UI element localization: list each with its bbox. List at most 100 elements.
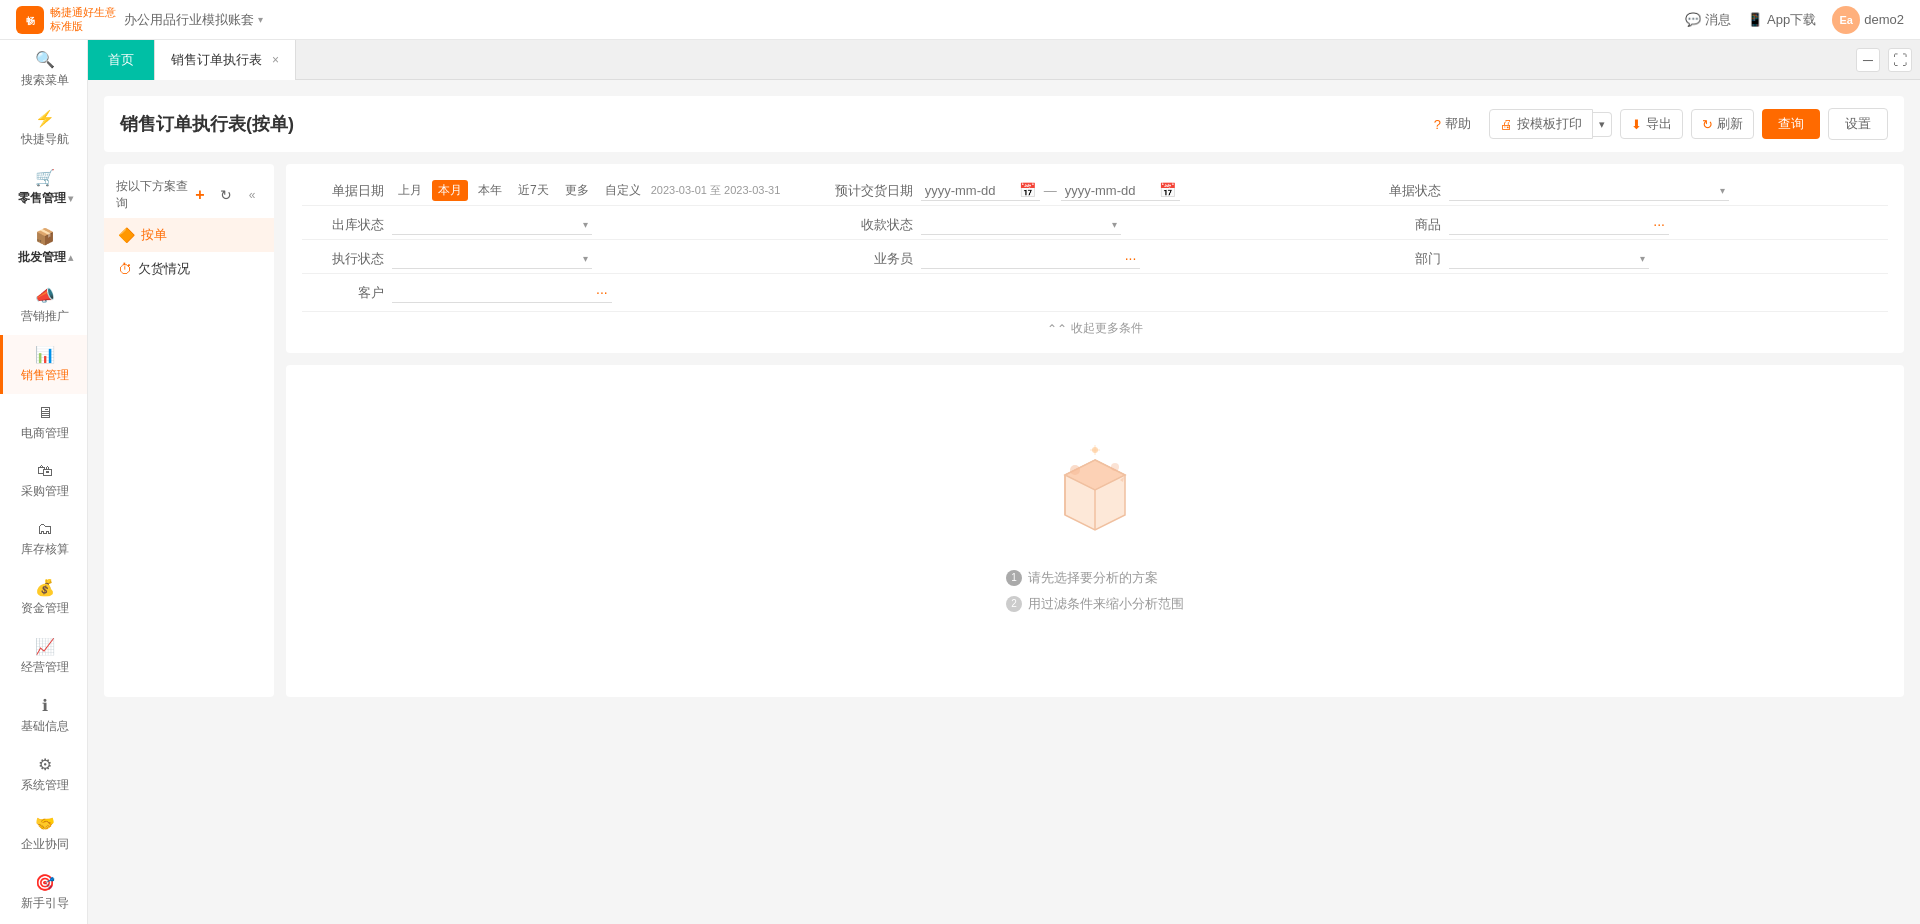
empty-dot-1: 1 bbox=[1006, 570, 1022, 586]
print-dropdown-icon: ▾ bbox=[1599, 118, 1605, 130]
status-dropdown-icon[interactable]: ▾ bbox=[1720, 185, 1725, 196]
sidebar-item-enterprise-collab[interactable]: 🤝 企业协同 bbox=[0, 804, 87, 863]
date-btn-this-year[interactable]: 本年 bbox=[472, 180, 508, 201]
empty-text-container: 1 请先选择要分析的方案 2 用过滤条件来缩小分析范围 bbox=[1006, 565, 1184, 617]
print-button-wrap: 🖨 按模板打印 ▾ bbox=[1489, 109, 1612, 139]
help-button[interactable]: ? 帮助 bbox=[1424, 110, 1481, 138]
search-icon: 🔍 bbox=[35, 50, 55, 69]
left-panel-item-credit[interactable]: ⏱ 欠货情况 bbox=[104, 252, 274, 286]
sidebar-item-ecommerce[interactable]: 🖥 电商管理 bbox=[0, 394, 87, 452]
expected-date-start-icon[interactable]: 📅 bbox=[1019, 182, 1036, 198]
sidebar-item-operations[interactable]: 📈 经营管理 bbox=[0, 627, 87, 686]
sidebar-item-marketing[interactable]: 📣 营销推广 bbox=[0, 276, 87, 335]
payment-input[interactable] bbox=[925, 217, 1112, 232]
empty-dot-2: 2 bbox=[1006, 596, 1022, 612]
date-btn-last7[interactable]: 近7天 bbox=[512, 180, 555, 201]
execute-input[interactable] bbox=[396, 251, 583, 266]
sidebar-item-purchase[interactable]: 🛍 采购管理 bbox=[0, 452, 87, 510]
wholesale-icon: 📦 bbox=[35, 227, 55, 246]
sidebar-item-search-menu[interactable]: 🔍 搜索菜单 bbox=[0, 40, 87, 99]
filter-grid-row3: 执行状态 ▾ 业务员 ··· bbox=[302, 248, 1888, 269]
customer-more-icon[interactable]: ··· bbox=[596, 284, 608, 300]
left-panel: 按以下方案查询 + ↻ « 🔶 按单 ⏱ 欠货情况 bbox=[104, 164, 274, 697]
sidebar-item-new-guide[interactable]: 🎯 新手引导 bbox=[0, 863, 87, 922]
salesperson-input[interactable] bbox=[925, 251, 1125, 266]
collapse-up-icon: ⌃⌃ bbox=[1047, 322, 1067, 336]
sidebar-item-inventory[interactable]: 🗂 库存核算 bbox=[0, 510, 87, 568]
salesperson-more-icon[interactable]: ··· bbox=[1125, 250, 1137, 266]
refresh-button[interactable]: ↻ 刷新 bbox=[1691, 109, 1754, 139]
filter-cell-payment: 收款状态 ▾ bbox=[831, 214, 1360, 235]
tab-minimize-button[interactable]: ─ bbox=[1856, 48, 1880, 72]
sidebar-item-sales-mgmt[interactable]: 📊 销售管理 bbox=[0, 335, 87, 394]
execute-label: 执行状态 bbox=[302, 250, 392, 268]
customer-input[interactable] bbox=[396, 285, 596, 300]
sidebar-label-marketing: 营销推广 bbox=[21, 308, 69, 325]
expected-date-start-input[interactable] bbox=[925, 183, 1015, 198]
tab-active[interactable]: 销售订单执行表 × bbox=[155, 40, 296, 80]
collapse-more-button[interactable]: ⌃⌃ 收起更多条件 bbox=[302, 311, 1888, 345]
date-separator: — bbox=[1044, 183, 1057, 198]
date-btn-more[interactable]: 更多 bbox=[559, 180, 595, 201]
sidebar-item-retail-mgmt[interactable]: 🛒 零售管理 ▾ bbox=[0, 158, 87, 217]
expected-date-end-wrap: 📅 bbox=[1061, 180, 1180, 201]
add-scheme-button[interactable]: + bbox=[190, 185, 210, 205]
filter-grid: 单据日期 上月 本月 本年 近7天 更多 自定义 2023-03-01 至 20… bbox=[302, 180, 1888, 201]
svg-point-9 bbox=[1070, 465, 1080, 475]
status-input[interactable] bbox=[1453, 183, 1720, 198]
maximize-icon: ⛶ bbox=[1893, 52, 1907, 68]
date-btn-this-month[interactable]: 本月 bbox=[432, 180, 468, 201]
sidebar-item-basic-info[interactable]: ℹ 基础信息 bbox=[0, 686, 87, 745]
right-panel: 单据日期 上月 本月 本年 近7天 更多 自定义 2023-03-01 至 20… bbox=[286, 164, 1904, 697]
payment-dropdown-icon[interactable]: ▾ bbox=[1112, 219, 1117, 230]
dept-dropdown-icon[interactable]: ▾ bbox=[1640, 253, 1645, 264]
execute-dropdown-icon[interactable]: ▾ bbox=[583, 253, 588, 264]
refresh-scheme-button[interactable]: ↻ bbox=[216, 185, 236, 205]
sidebar-item-finance[interactable]: 💰 资金管理 bbox=[0, 568, 87, 627]
date-btn-custom[interactable]: 自定义 bbox=[599, 180, 647, 201]
date-btn-last-month[interactable]: 上月 bbox=[392, 180, 428, 201]
filter-cell-goods: 商品 ··· bbox=[1359, 214, 1888, 235]
breadcrumb-dropdown-icon[interactable]: ▾ bbox=[258, 14, 263, 25]
left-panel-item-by-order[interactable]: 🔶 按单 bbox=[104, 218, 274, 252]
credit-icon: ⏱ bbox=[118, 261, 132, 277]
print-button[interactable]: 🖨 按模板打印 bbox=[1489, 109, 1593, 139]
sidebar-item-system[interactable]: ⚙ 系统管理 bbox=[0, 745, 87, 804]
outbound-label: 出库状态 bbox=[302, 216, 392, 234]
collapse-panel-button[interactable]: « bbox=[242, 185, 262, 205]
goods-input[interactable] bbox=[1453, 217, 1653, 232]
expected-date-end-icon[interactable]: 📅 bbox=[1159, 182, 1176, 198]
retail-icon: 🛒 bbox=[35, 168, 55, 187]
sidebar-label-search-menu: 搜索菜单 bbox=[21, 72, 69, 89]
dept-input[interactable] bbox=[1453, 251, 1640, 266]
export-button[interactable]: ⬇ 导出 bbox=[1620, 109, 1683, 139]
active-tab-label: 销售订单执行表 bbox=[171, 51, 262, 69]
main-layout: 🔍 搜索菜单 ⚡ 快捷导航 🛒 零售管理 ▾ 📦 批发管理 ▴ 📣 营销推广 bbox=[0, 40, 1920, 924]
user-menu[interactable]: Ea demo2 bbox=[1832, 6, 1904, 34]
sidebar-label-sales: 销售管理 bbox=[21, 367, 69, 384]
sidebar-label-purchase: 采购管理 bbox=[21, 483, 69, 500]
outbound-dropdown-icon[interactable]: ▾ bbox=[583, 219, 588, 230]
sidebar-label-retail: 零售管理 ▾ bbox=[18, 190, 73, 207]
date-label: 单据日期 bbox=[302, 182, 392, 200]
filter-cell-expected-date: 预计交货日期 📅 — 📅 bbox=[831, 180, 1360, 201]
expected-date-end-input[interactable] bbox=[1065, 183, 1155, 198]
sidebar-label-quick-nav: 快捷导航 bbox=[21, 131, 69, 148]
query-button[interactable]: 查询 bbox=[1762, 109, 1820, 139]
print-dropdown-button[interactable]: ▾ bbox=[1593, 112, 1612, 137]
tab-close-button[interactable]: × bbox=[272, 53, 279, 67]
app-download-button[interactable]: 📱 App下载 bbox=[1747, 11, 1816, 29]
sidebar-item-quick-nav[interactable]: ⚡ 快捷导航 bbox=[0, 99, 87, 158]
message-button[interactable]: 💬 消息 bbox=[1685, 11, 1731, 29]
tab-home[interactable]: 首页 bbox=[88, 40, 155, 80]
sidebar-label-ecommerce: 电商管理 bbox=[21, 425, 69, 442]
goods-more-icon[interactable]: ··· bbox=[1653, 216, 1665, 232]
tab-maximize-button[interactable]: ⛶ bbox=[1888, 48, 1912, 72]
settings-button[interactable]: 设置 bbox=[1828, 108, 1888, 140]
breadcrumb[interactable]: 办公用品行业模拟账套 ▾ bbox=[124, 11, 263, 29]
outbound-input[interactable] bbox=[396, 217, 583, 232]
salesperson-select-wrap: ··· bbox=[921, 248, 1141, 269]
filter-cell-execute: 执行状态 ▾ bbox=[302, 248, 831, 269]
header-right: 💬 消息 📱 App下载 Ea demo2 bbox=[1685, 6, 1904, 34]
sidebar-item-wholesale-mgmt[interactable]: 📦 批发管理 ▴ bbox=[0, 217, 87, 276]
